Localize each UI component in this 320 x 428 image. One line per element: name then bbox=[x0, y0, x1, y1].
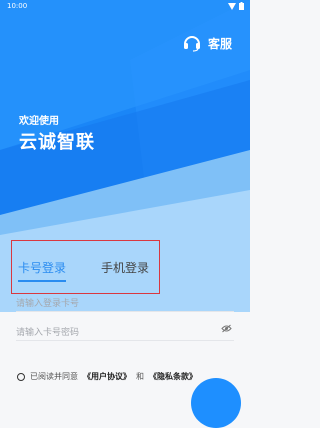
password-input[interactable] bbox=[16, 324, 206, 342]
status-bar: 10:00 bbox=[0, 0, 250, 12]
login-button[interactable] bbox=[191, 378, 241, 428]
privacy-link[interactable]: 《隐私条款》 bbox=[149, 371, 197, 382]
agreement-and: 和 bbox=[136, 372, 144, 381]
agreement-prefix: 已阅读并同意 bbox=[30, 372, 78, 381]
status-time: 10:00 bbox=[7, 2, 28, 10]
agreement-row: 已阅读并同意 《用户协议》 和 《隐私条款》 bbox=[17, 371, 197, 382]
password-field bbox=[16, 320, 234, 342]
tab-phone-login[interactable]: 手机登录 bbox=[101, 259, 149, 276]
customer-service-label: 客服 bbox=[207, 36, 232, 51]
login-form: 卡号登录 手机登录 已阅读并同意 《用户协议》 和 《隐私条款》 bbox=[0, 240, 250, 401]
customer-service-button[interactable]: 客服 bbox=[182, 34, 232, 52]
card-number-field bbox=[16, 291, 234, 313]
battery-icon bbox=[239, 2, 244, 10]
headset-icon bbox=[183, 36, 200, 52]
agreement-radio[interactable] bbox=[17, 372, 25, 381]
welcome-text: 欢迎使用 bbox=[19, 116, 59, 127]
user-agreement-link[interactable]: 《用户协议》 bbox=[83, 371, 131, 382]
eye-off-icon[interactable] bbox=[221, 324, 232, 333]
card-number-input[interactable] bbox=[16, 295, 206, 313]
brand-name: 云诚智联 bbox=[19, 132, 95, 153]
wifi-icon bbox=[228, 2, 236, 10]
tab-card-login[interactable]: 卡号登录 bbox=[18, 259, 67, 282]
status-icons bbox=[228, 2, 244, 10]
